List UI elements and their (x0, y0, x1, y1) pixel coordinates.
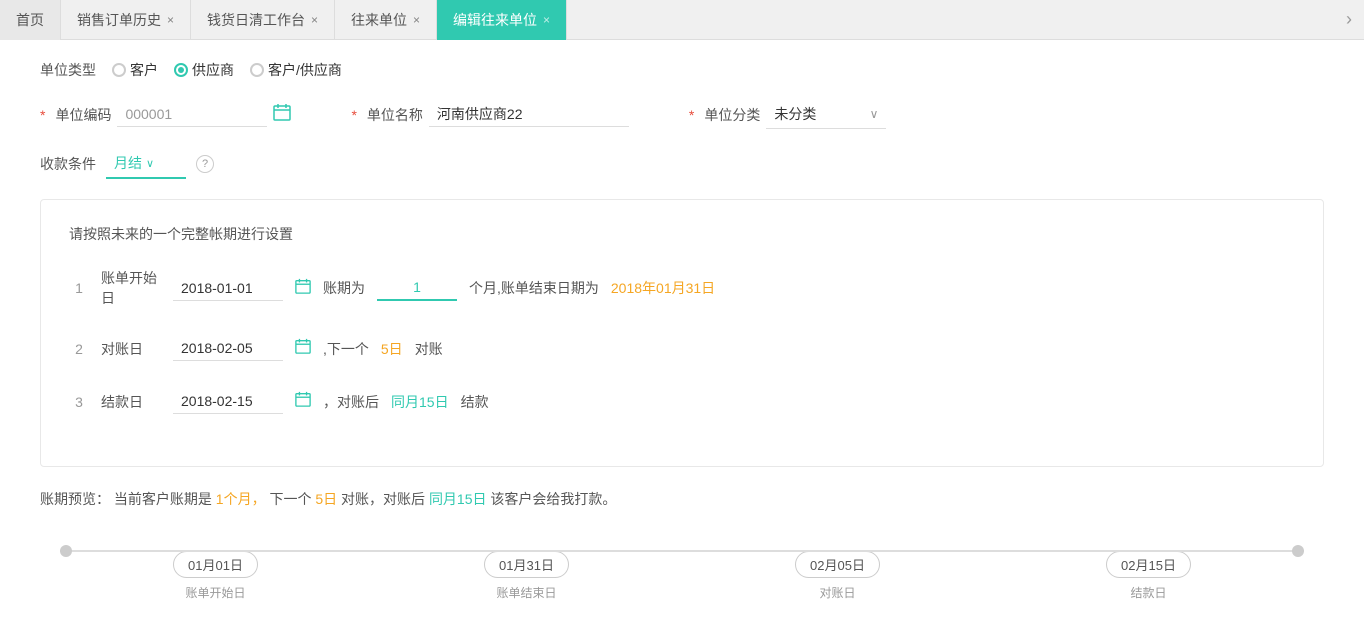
period-num-1: 1 (69, 280, 89, 296)
payment-condition-value: 月结 (114, 153, 142, 173)
tab-close-sales[interactable]: × (167, 13, 174, 27)
payment-condition-label: 收款条件 (40, 154, 96, 174)
period-row-2: 2 对账日 ,下一个 5日 对账 (69, 336, 1295, 361)
main-content: 单位类型 客户 供应商 客户/供应商 * 单位编码 (0, 40, 1364, 621)
radio-label-both: 客户/供应商 (268, 60, 342, 80)
tab-home[interactable]: 首页 (0, 0, 61, 40)
payment-condition-dropdown[interactable]: 月结 ∨ (106, 149, 186, 179)
period-label-2: 对账日 (101, 339, 161, 359)
period-end-date-highlight: 2018年01月31日 (611, 278, 715, 298)
period-reconcile-highlight: 5日 (381, 339, 403, 359)
period-num-2: 2 (69, 341, 89, 357)
period-desc-1a: 账期为 (323, 278, 365, 298)
preview-label: 账期预览： (40, 491, 110, 507)
radio-supplier[interactable]: 供应商 (174, 60, 234, 80)
timeline-sub-2: 账单结束日 (496, 584, 556, 601)
period-row-1: 1 账单开始日 账期为 个月,账单结束日期为 2018年01月31日 (69, 268, 1295, 308)
preview-text-1: 当前客户账期是 (114, 491, 212, 507)
period-desc-2a: ,下一个 (323, 339, 369, 359)
period-months-input[interactable] (377, 275, 457, 301)
unit-info-row: * 单位编码 * 单位名称 * 单位分类 未分类 ∨ (40, 100, 1324, 129)
timeline-dot-end (1292, 545, 1304, 557)
help-icon[interactable]: ? (196, 155, 214, 173)
radio-circle-both (250, 63, 264, 77)
timeline-container: 01月01日 账单开始日 01月31日 账单结束日 02月05日 对账日 02月… (40, 536, 1324, 601)
period-desc-1b: 个月,账单结束日期为 (469, 278, 599, 298)
period-payment-highlight: 同月15日 (391, 392, 449, 412)
start-date-calendar-icon[interactable] (295, 278, 311, 299)
period-label-3: 结款日 (101, 392, 161, 412)
preview-text-4: 该客户会给我打款。 (490, 491, 616, 507)
period-desc-3a: ，对账后 (323, 392, 379, 412)
unit-code-calendar-icon[interactable] (273, 103, 291, 126)
timeline-sub-1: 账单开始日 (185, 584, 245, 601)
tab-more-button[interactable]: › (1334, 0, 1364, 40)
radio-group: 客户 供应商 客户/供应商 (112, 60, 342, 80)
unit-category-value: 未分类 (774, 104, 865, 124)
tab-close-partner[interactable]: × (413, 13, 420, 27)
tab-partner[interactable]: 往来单位 × (335, 0, 437, 40)
start-date-input[interactable] (173, 276, 283, 301)
radio-label-customer: 客户 (130, 60, 158, 80)
preview-reconcile-day-highlight: 5日 (315, 491, 337, 507)
timeline-sub-4: 结款日 (1130, 584, 1166, 601)
timeline-sub-3: 对账日 (819, 584, 855, 601)
unit-category-arrow-icon: ∨ (870, 107, 879, 121)
period-box-title: 请按照未来的一个完整帐期进行设置 (69, 224, 1295, 244)
reconcile-date-input[interactable] (173, 336, 283, 361)
payment-condition-row: 收款条件 月结 ∨ ? (40, 149, 1324, 179)
unit-type-label: 单位类型 (40, 60, 96, 80)
unit-category-star: * (689, 107, 694, 123)
unit-name-star: * (351, 107, 356, 123)
preview-section: 账期预览： 当前客户账期是 1个月， 下一个 5日 对账，对账后 同月15日 该… (40, 487, 1324, 512)
preview-payment-day-highlight: 同月15日 (429, 491, 487, 507)
radio-both[interactable]: 客户/供应商 (250, 60, 342, 80)
unit-code-label: 单位编码 (55, 105, 111, 125)
tab-close-cash[interactable]: × (311, 13, 318, 27)
unit-type-row: 单位类型 客户 供应商 客户/供应商 (40, 60, 1324, 80)
period-num-3: 3 (69, 394, 89, 410)
unit-name-label: 单位名称 (367, 105, 423, 125)
preview-text-2: 下一个 (269, 491, 311, 507)
timeline-dot-start (60, 545, 72, 557)
tab-bar: 首页 销售订单历史 × 钱货日清工作台 × 往来单位 × 编辑往来单位 × › (0, 0, 1364, 40)
unit-name-group: * 单位名称 (351, 102, 628, 127)
unit-category-dropdown[interactable]: 未分类 ∨ (766, 100, 886, 129)
unit-category-group: * 单位分类 未分类 ∨ (689, 100, 886, 129)
unit-code-input[interactable] (117, 102, 267, 127)
unit-code-group: * 单位编码 (40, 102, 291, 127)
payment-condition-arrow-icon: ∨ (146, 157, 154, 170)
timeline-line-row (60, 536, 1304, 566)
unit-category-label: 单位分类 (704, 105, 760, 125)
radio-label-supplier: 供应商 (192, 60, 234, 80)
reconcile-date-calendar-icon[interactable] (295, 338, 311, 359)
preview-months-highlight: 1个月， (216, 491, 266, 507)
radio-circle-customer (112, 63, 126, 77)
unit-code-star: * (40, 107, 45, 123)
preview-text-3: 对账，对账后 (341, 491, 425, 507)
period-desc-2b: 对账 (415, 339, 443, 359)
payment-date-input[interactable] (173, 389, 283, 414)
tab-edit-partner[interactable]: 编辑往来单位 × (437, 0, 567, 40)
tab-cash-work[interactable]: 钱货日清工作台 × (191, 0, 335, 40)
period-label-1: 账单开始日 (101, 268, 161, 308)
unit-name-input[interactable] (429, 102, 629, 127)
payment-date-calendar-icon[interactable] (295, 391, 311, 412)
radio-customer[interactable]: 客户 (112, 60, 158, 80)
radio-circle-supplier (174, 63, 188, 77)
timeline-line (60, 550, 1304, 552)
tab-sales-order-history[interactable]: 销售订单历史 × (61, 0, 191, 40)
period-row-3: 3 结款日 ，对账后 同月15日 结款 (69, 389, 1295, 414)
period-desc-3b: 结款 (461, 392, 489, 412)
period-box: 请按照未来的一个完整帐期进行设置 1 账单开始日 账期为 个月,账单结束日期为 … (40, 199, 1324, 467)
tab-close-edit-partner[interactable]: × (543, 13, 550, 27)
